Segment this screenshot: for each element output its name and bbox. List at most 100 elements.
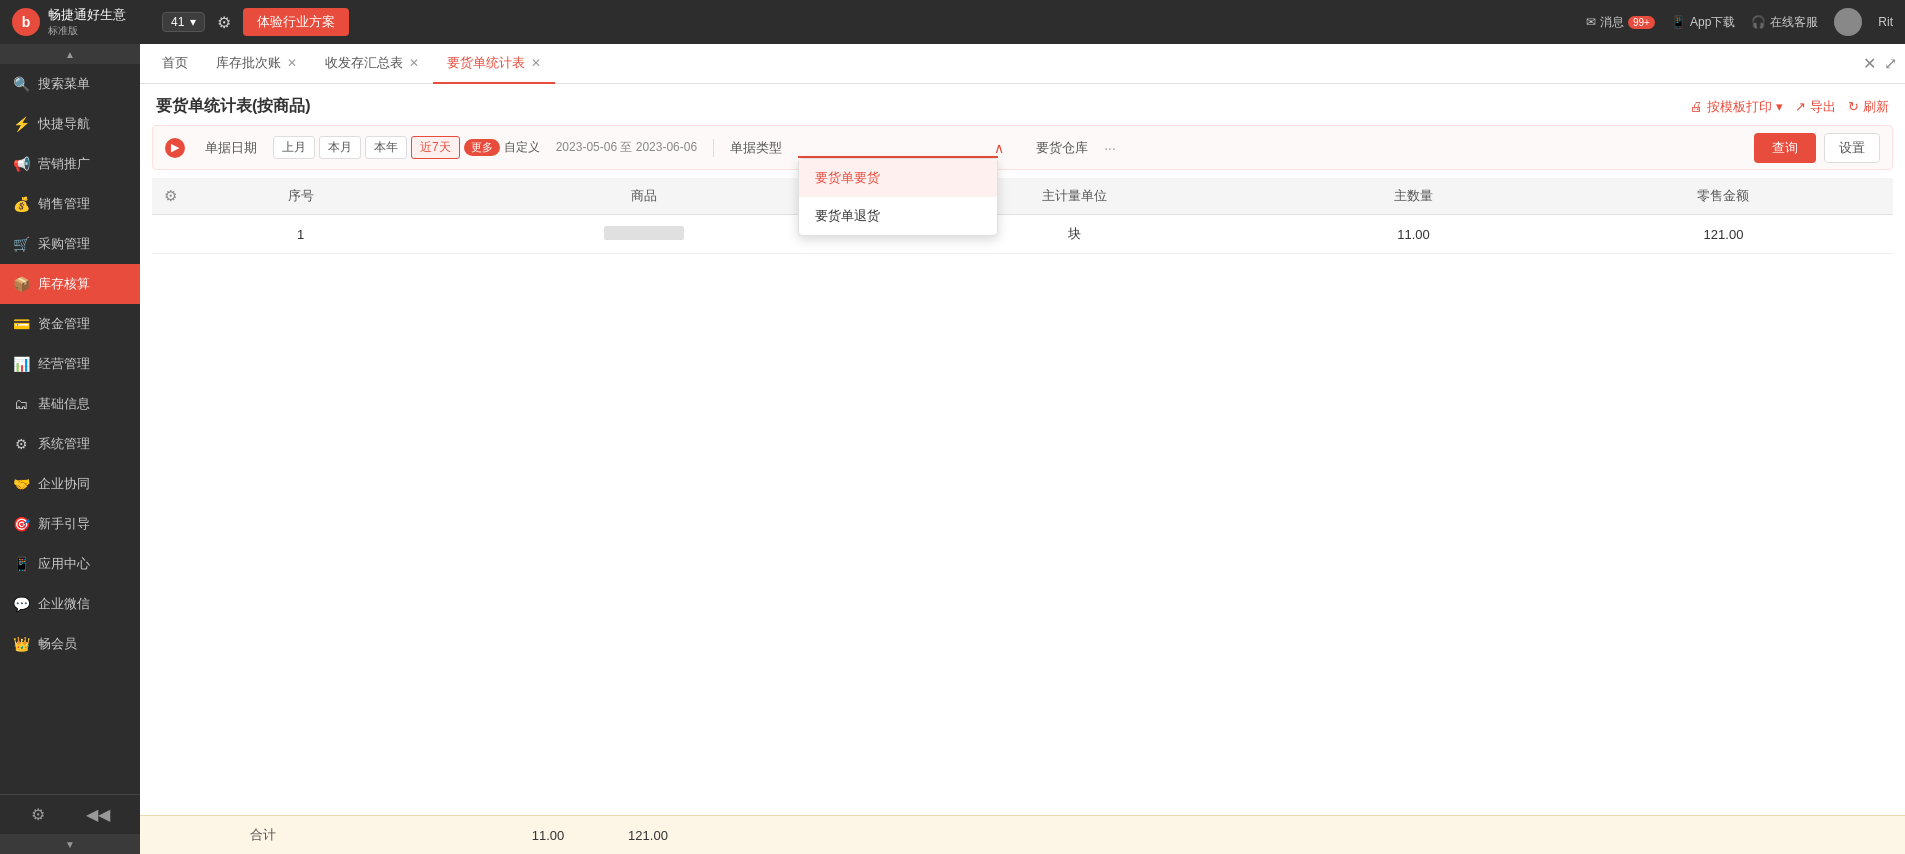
date-more-tag[interactable]: 更多: [464, 139, 500, 156]
main-content: 首页库存批次账✕收发存汇总表✕要货单统计表✕ ✕ ⤢ 要货单统计表(按商品) 🖨…: [140, 44, 1905, 854]
top-header: b 畅捷通好生意 标准版 41 ▾ ⚙ 体验行业方案 ✉ 消息 99+ 📱 Ap…: [0, 0, 1905, 44]
date-buttons: 上月 本月 本年 近7天 更多 自定义: [273, 136, 540, 159]
setting-button[interactable]: 设置: [1824, 133, 1880, 163]
store-number: 41: [171, 15, 184, 29]
avatar[interactable]: [1834, 8, 1862, 36]
date-recent-7days[interactable]: 近7天: [411, 136, 460, 159]
type-clear-icon[interactable]: ∧: [994, 140, 1004, 156]
refresh-icon: ↻: [1848, 99, 1859, 114]
refresh-button[interactable]: ↻ 刷新: [1848, 98, 1889, 116]
sidebar: ▲ 🔍 搜索菜单 ⚡ 快捷导航 📢 营销推广 💰 销售管理 🛒 采购管理 📦 库…: [0, 44, 140, 854]
sidebar-label-search: 搜索菜单: [38, 75, 90, 93]
row-settings-0: [152, 215, 189, 254]
query-button[interactable]: 查询: [1754, 133, 1816, 163]
headset-icon: 🎧: [1751, 15, 1766, 29]
date-custom[interactable]: 自定义: [504, 139, 540, 156]
sidebar-item-shortcut[interactable]: ⚡ 快捷导航: [0, 104, 140, 144]
sidebar-icon-marketing: 📢: [12, 155, 30, 173]
sidebar-icon-appstore: 📱: [12, 555, 30, 573]
filter-row: ▶ 单据日期 上月 本月 本年 近7天 更多 自定义 2023-05-06 至 …: [165, 136, 1880, 159]
row-no-0: 1: [189, 215, 412, 254]
sidebar-item-sales[interactable]: 💰 销售管理: [0, 184, 140, 224]
sidebar-item-appstore[interactable]: 📱 应用中心: [0, 544, 140, 584]
dropdown-item-requisition[interactable]: 要货单要货: [799, 159, 997, 197]
tab-requisition[interactable]: 要货单统计表 ✕: [433, 44, 555, 84]
messages-item[interactable]: ✉ 消息 99+: [1586, 14, 1655, 31]
online-service-item[interactable]: 🎧 在线客服: [1751, 14, 1818, 31]
sidebar-label-shortcut: 快捷导航: [38, 115, 90, 133]
date-last-month[interactable]: 上月: [273, 136, 315, 159]
tab-label-home: 首页: [162, 54, 188, 72]
sidebar-item-guide[interactable]: 🎯 新手引导: [0, 504, 140, 544]
chevron-down-icon: ▾: [1776, 99, 1783, 114]
row-amount-0: 121.00: [1554, 215, 1893, 254]
expand-icon[interactable]: ⤢: [1884, 54, 1897, 73]
trial-button[interactable]: 体验行业方案: [243, 8, 349, 36]
sidebar-item-finance[interactable]: 💳 资金管理: [0, 304, 140, 344]
col-no: 序号: [189, 178, 412, 215]
sidebar-icon-finance: 💳: [12, 315, 30, 333]
filter-expand-button[interactable]: ▶: [165, 138, 185, 158]
user-name: Rit: [1878, 15, 1893, 29]
tab-bar: 首页库存批次账✕收发存汇总表✕ 要货单统计表 ✕ ✕ ⤢: [140, 44, 1905, 84]
sidebar-item-enterprise[interactable]: 🤝 企业协同: [0, 464, 140, 504]
tab-close-inventory[interactable]: ✕: [287, 56, 297, 70]
app-name: 畅捷通好生意: [48, 7, 126, 24]
print-button[interactable]: 🖨 按模板打印 ▾: [1690, 98, 1783, 116]
messages-label: 消息: [1600, 14, 1624, 31]
gear-icon[interactable]: ⚙: [217, 13, 231, 32]
sidebar-bottom: ⚙ ◀◀: [0, 794, 140, 834]
tab-inventory[interactable]: 库存批次账✕: [202, 44, 311, 84]
sidebar-label-guide: 新手引导: [38, 515, 90, 533]
sidebar-item-system[interactable]: ⚙ 系统管理: [0, 424, 140, 464]
type-input[interactable]: [798, 137, 998, 158]
date-this-year[interactable]: 本年: [365, 136, 407, 159]
print-icon: 🖨: [1690, 99, 1703, 114]
sidebar-item-purchase[interactable]: 🛒 采购管理: [0, 224, 140, 264]
type-label: 单据类型: [730, 139, 782, 157]
tab-label-requisition: 要货单统计表: [447, 54, 525, 72]
close-all-icon[interactable]: ✕: [1863, 54, 1876, 73]
warehouse-dots-icon[interactable]: ···: [1104, 140, 1116, 156]
tab-close-receivables[interactable]: ✕: [409, 56, 419, 70]
sidebar-icon-shortcut: ⚡: [12, 115, 30, 133]
sidebar-label-system: 系统管理: [38, 435, 90, 453]
phone-icon: 📱: [1671, 15, 1686, 29]
sidebar-label-purchase: 采购管理: [38, 235, 90, 253]
settings-icon[interactable]: ⚙: [31, 805, 45, 824]
tab-home[interactable]: 首页: [148, 44, 202, 84]
sidebar-item-vip[interactable]: 👑 畅会员: [0, 624, 140, 664]
sidebar-item-basic[interactable]: 🗂 基础信息: [0, 384, 140, 424]
collapse-icon[interactable]: ◀◀: [86, 805, 110, 824]
col-quantity: 主数量: [1273, 178, 1554, 215]
footer-total-label: 合计: [238, 826, 418, 844]
table-row: 1 块 11.00 121.00: [152, 215, 1893, 254]
sidebar-label-marketing: 营销推广: [38, 155, 90, 173]
sidebar-item-search[interactable]: 🔍 搜索菜单: [0, 64, 140, 104]
tab-receivables[interactable]: 收发存汇总表✕: [311, 44, 433, 84]
sidebar-item-operations[interactable]: 📊 经营管理: [0, 344, 140, 384]
sidebar-icon-search: 🔍: [12, 75, 30, 93]
sidebar-scroll-down[interactable]: ▼: [0, 834, 140, 854]
tab-close-requisition[interactable]: ✕: [531, 56, 541, 70]
header-middle: 41 ▾ ⚙ 体验行业方案: [152, 8, 1586, 36]
sidebar-label-operations: 经营管理: [38, 355, 90, 373]
sidebar-item-wechat[interactable]: 💬 企业微信: [0, 584, 140, 624]
sidebar-icon-system: ⚙: [12, 435, 30, 453]
sidebar-icon-enterprise: 🤝: [12, 475, 30, 493]
dropdown-item-return[interactable]: 要货单退货: [799, 197, 997, 235]
sidebar-item-inventory_calc[interactable]: 📦 库存核算: [0, 264, 140, 304]
date-this-month[interactable]: 本月: [319, 136, 361, 159]
app-download-item[interactable]: 📱 App下载: [1671, 14, 1735, 31]
header-right: ✉ 消息 99+ 📱 App下载 🎧 在线客服 Rit: [1586, 8, 1893, 36]
sidebar-icon-inventory_calc: 📦: [12, 275, 30, 293]
table-settings-icon[interactable]: ⚙: [164, 187, 177, 204]
export-icon: ↗: [1795, 99, 1806, 114]
sidebar-scroll-up[interactable]: ▲: [0, 44, 140, 64]
footer-amount: 121.00: [598, 828, 698, 843]
store-selector[interactable]: 41 ▾: [162, 12, 205, 32]
logo-icon: b: [12, 8, 40, 36]
export-button[interactable]: ↗ 导出: [1795, 98, 1836, 116]
app-download-label: App下载: [1690, 14, 1735, 31]
sidebar-item-marketing[interactable]: 📢 营销推广: [0, 144, 140, 184]
